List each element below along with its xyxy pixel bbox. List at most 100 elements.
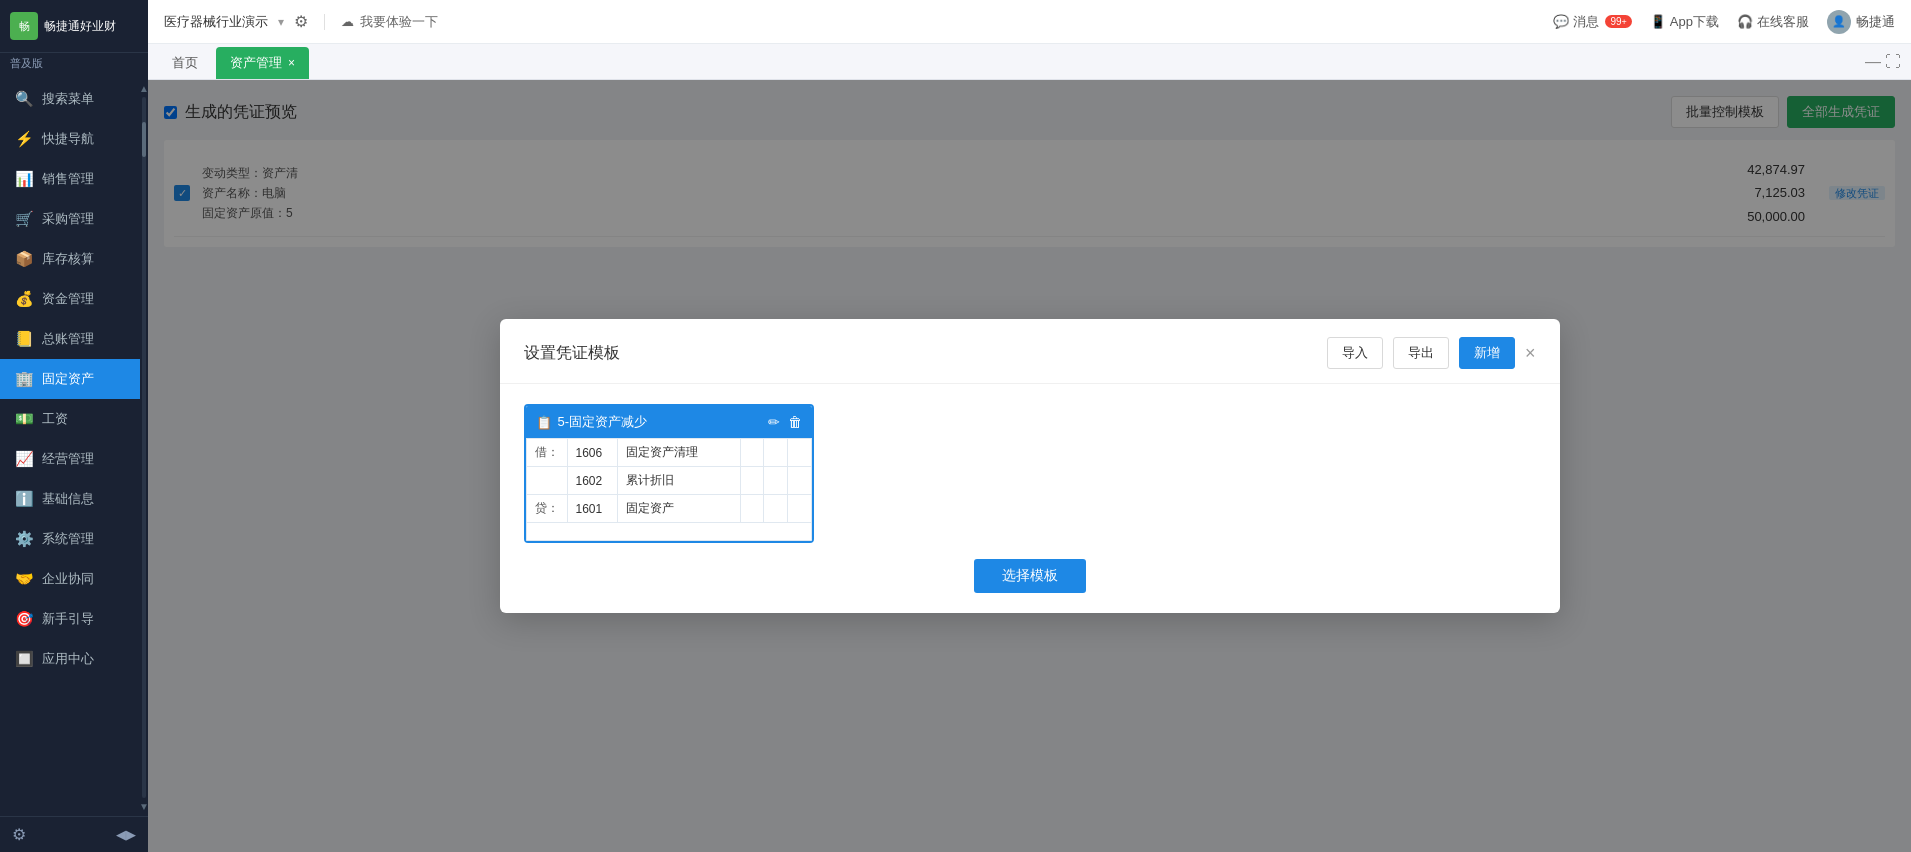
template-doc-icon: 📋 [536,415,552,430]
app-download-btn[interactable]: 📱 App下载 [1650,13,1719,31]
template-row-0: 借： 1606 固定资产清理 [526,439,811,467]
import-btn[interactable]: 导入 [1327,337,1383,369]
nav-icon-11: ⚙️ [14,529,34,549]
nav-icon-4: 📦 [14,249,34,269]
sidebar-item-基础信息[interactable]: ℹ️ 基础信息 [0,479,140,519]
page-area: 生成的凭证预览 批量控制模板 全部生成凭证 ✓ 变动类型：资产清 [148,80,1911,852]
empty-cell-2-0 [764,439,788,467]
messages-btn[interactable]: 💬 消息 99+ [1553,13,1631,31]
nav-icon-13: 🎯 [14,609,34,629]
sidebar-item-搜索菜单[interactable]: 🔍 搜索菜单 [0,79,140,119]
topbar-left: 医疗器械行业演示 ▾ ⚙ ☁ 我要体验一下 [164,12,438,31]
experience-btn[interactable]: ☁ 我要体验一下 [341,13,438,31]
new-btn[interactable]: 新增 [1459,337,1515,369]
template-card: 📋 5-固定资产减少 ✏ 🗑 [524,404,814,543]
sidebar-item-应用中心[interactable]: 🔲 应用中心 [0,639,140,679]
sidebar: 畅 畅捷通好业财 普及版 🔍 搜索菜单 ⚡ 快捷导航 📊 销售管理 🛒 采购管理… [0,0,148,852]
nav-icon-12: 🤝 [14,569,34,589]
side-label-1 [526,467,567,495]
empty-cell-3-0 [787,439,811,467]
collapse-icon[interactable]: ◀▶ [116,827,136,842]
topbar: 医疗器械行业演示 ▾ ⚙ ☁ 我要体验一下 💬 消息 99+ [148,0,1911,44]
empty-cell-1-2 [740,495,764,523]
nav-icon-5: 💰 [14,289,34,309]
account-code-0: 1606 [567,439,617,467]
headset-icon: 🎧 [1737,14,1753,29]
modal-header-actions: 导入 导出 新增 × [1327,337,1536,369]
logo-icon: 畅 [10,12,38,40]
company-settings-icon[interactable]: ⚙ [294,12,308,31]
tab-close-icon[interactable]: × [288,56,295,70]
scroll-thumb [142,122,146,157]
company-dropdown-icon[interactable]: ▾ [278,15,284,29]
sidebar-item-库存核算[interactable]: 📦 库存核算 [0,239,140,279]
sidebar-item-总账管理[interactable]: 📒 总账管理 [0,319,140,359]
empty-cell-3-1 [787,467,811,495]
scroll-up-icon[interactable]: ▲ [139,83,148,94]
template-edit-icon[interactable]: ✏ [768,414,780,430]
modal-close-btn[interactable]: × [1525,343,1536,364]
avatar: 👤 [1827,10,1851,34]
tab-asset-management[interactable]: 资产管理 × [216,47,309,79]
sidebar-item-资金管理[interactable]: 💰 资金管理 [0,279,140,319]
nav-icon-3: 🛒 [14,209,34,229]
template-row-2: 贷： 1601 固定资产 [526,495,811,523]
nav-icon-1: ⚡ [14,129,34,149]
empty-cell-3-2 [787,495,811,523]
phone-icon: 📱 [1650,14,1666,29]
sidebar-item-系统管理[interactable]: ⚙️ 系统管理 [0,519,140,559]
template-card-actions: ✏ 🗑 [768,414,802,430]
empty-cell-1-0 [740,439,764,467]
topbar-right: 💬 消息 99+ 📱 App下载 🎧 在线客服 👤 [1553,10,1895,34]
tab-home[interactable]: 首页 [158,47,212,79]
user-menu[interactable]: 👤 畅捷通 [1827,10,1895,34]
select-template-btn[interactable]: 选择模板 [974,559,1086,593]
nav-icon-8: 💵 [14,409,34,429]
empty-cell-2-1 [764,467,788,495]
account-name-0: 固定资产清理 [617,439,740,467]
sidebar-item-工资[interactable]: 💵 工资 [0,399,140,439]
minimize-icon[interactable]: — [1865,53,1881,71]
nav-icon-10: ℹ️ [14,489,34,509]
sidebar-logo: 畅 畅捷通好业财 [0,0,148,53]
sidebar-item-快捷导航[interactable]: ⚡ 快捷导航 [0,119,140,159]
template-card-title: 📋 5-固定资产减少 [536,413,648,431]
nav-icon-6: 📒 [14,329,34,349]
settings-icon[interactable]: ⚙ [12,825,26,844]
scroll-track [142,97,146,798]
template-row-1: 1602 累计折旧 [526,467,811,495]
sidebar-item-采购管理[interactable]: 🛒 采购管理 [0,199,140,239]
modal-header: 设置凭证模板 导入 导出 新增 × [500,319,1560,384]
template-empty-row [526,523,811,541]
main-content: 医疗器械行业演示 ▾ ⚙ ☁ 我要体验一下 💬 消息 99+ [148,0,1911,852]
sidebar-item-销售管理[interactable]: 📊 销售管理 [0,159,140,199]
sidebar-item-企业协同[interactable]: 🤝 企业协同 [0,559,140,599]
message-icon: 💬 [1553,14,1569,29]
logo-text: 畅捷通好业财 [44,18,116,35]
sidebar-item-新手引导[interactable]: 🎯 新手引导 [0,599,140,639]
export-btn[interactable]: 导出 [1393,337,1449,369]
company-name: 医疗器械行业演示 [164,13,268,31]
nav-icon-0: 🔍 [14,89,34,109]
nav-icon-7: 🏢 [14,369,34,389]
sidebar-nav: 🔍 搜索菜单 ⚡ 快捷导航 📊 销售管理 🛒 采购管理 📦 库存核算 💰 资金管… [0,79,140,816]
maximize-icon[interactable]: ⛶ [1885,53,1901,71]
empty-cell-2-2 [764,495,788,523]
modal: 设置凭证模板 导入 导出 新增 × 📋 [500,319,1560,613]
nav-icon-9: 📈 [14,449,34,469]
modal-body: 📋 5-固定资产减少 ✏ 🗑 [500,384,1560,613]
side-label-0: 借： [526,439,567,467]
cloud-icon: ☁ [341,14,354,29]
message-badge: 99+ [1605,15,1631,28]
online-service-btn[interactable]: 🎧 在线客服 [1737,13,1809,31]
sidebar-scrollbar[interactable]: ▲ ▼ [140,79,148,816]
template-card-header: 📋 5-固定资产减少 ✏ 🗑 [526,406,812,438]
template-delete-icon[interactable]: 🗑 [788,414,802,430]
side-label-2: 贷： [526,495,567,523]
empty-cell-1-1 [740,467,764,495]
template-table: 借： 1606 固定资产清理 1602 累计折旧 贷： 1601 固定资产 [526,438,812,541]
sidebar-item-固定资产[interactable]: 🏢 固定资产 [0,359,140,399]
scroll-down-icon[interactable]: ▼ [139,801,148,812]
sidebar-item-经营管理[interactable]: 📈 经营管理 [0,439,140,479]
modal-title: 设置凭证模板 [524,343,620,364]
